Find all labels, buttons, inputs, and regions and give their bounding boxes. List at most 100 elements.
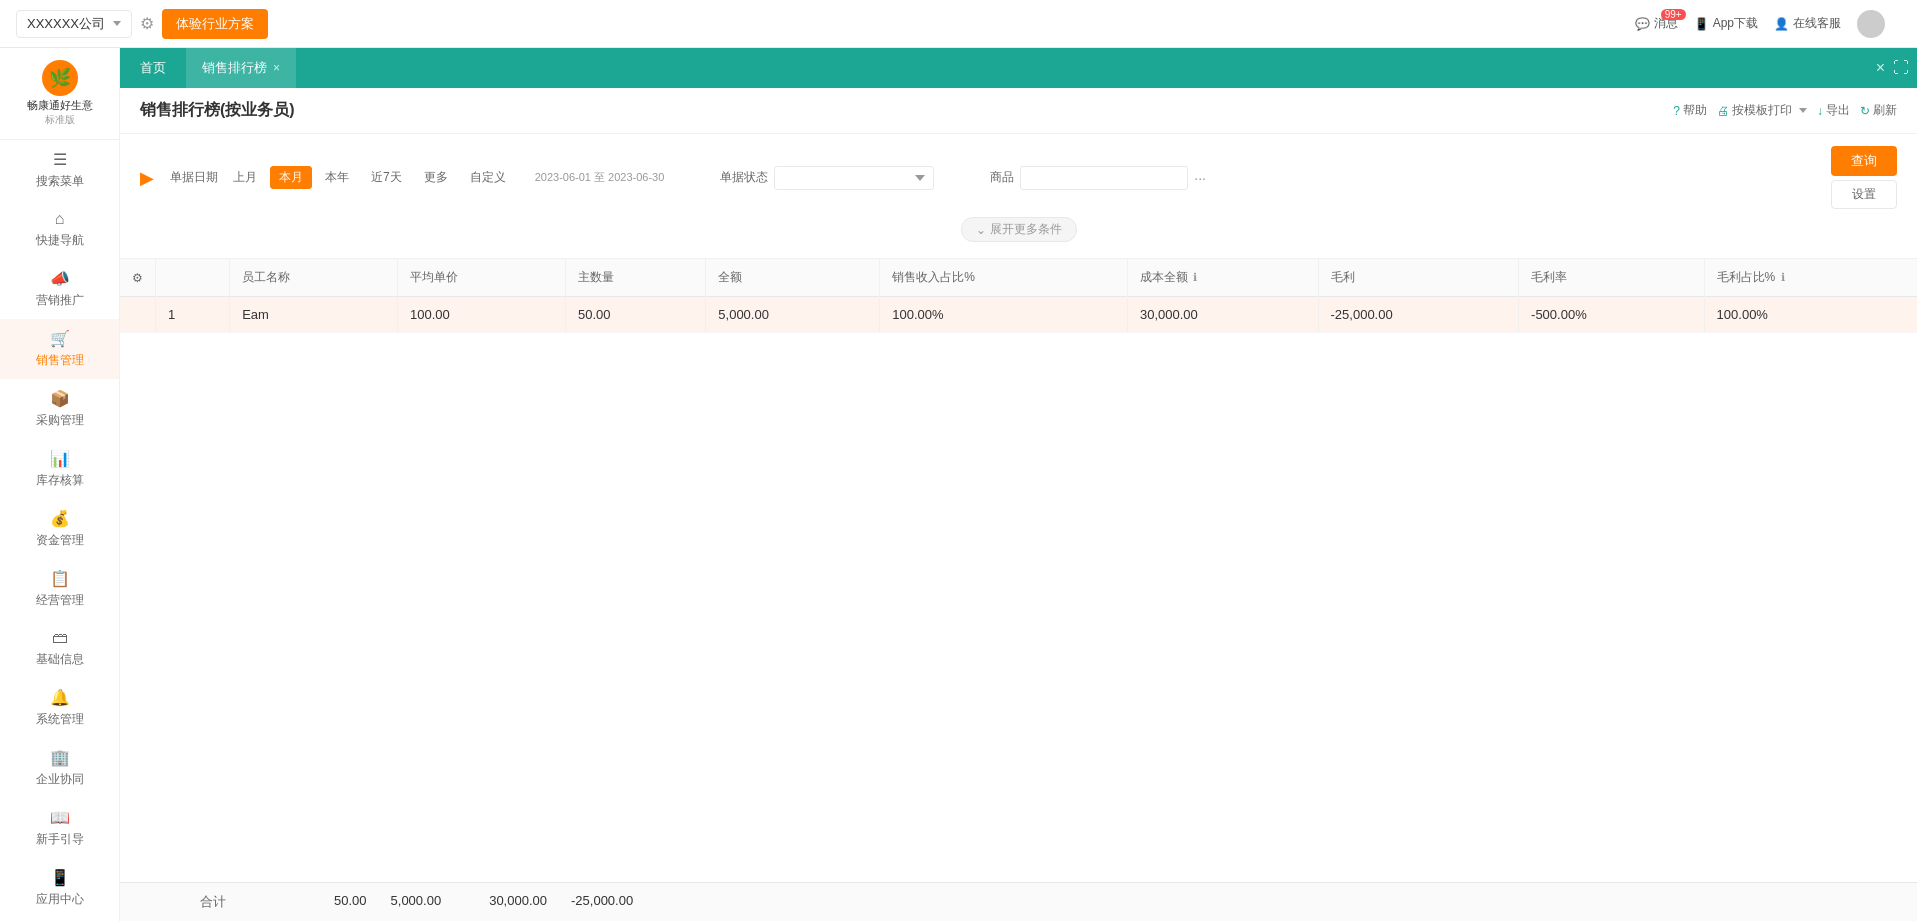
sidebar-item-sales[interactable]: 🛒 销售管理 <box>0 319 119 379</box>
online-service-btn[interactable]: 👤 在线客服 <box>1774 15 1841 32</box>
basic-icon: 🗃 <box>52 629 68 647</box>
td-gross: -25,000.00 <box>1318 297 1519 333</box>
filter-row-1: ▶ 单据日期 上月 本月 本年 近7天 更多 自定义 <box>140 146 1897 209</box>
app-download-btn[interactable]: 📱 App下载 <box>1694 15 1758 32</box>
sidebar-item-finance[interactable]: 💰 资金管理 <box>0 499 119 559</box>
date-btn-this-month[interactable]: 本月 <box>270 166 312 189</box>
sidebar-item-shortcut[interactable]: ⌂ 快捷导航 <box>0 200 119 259</box>
settings-icon[interactable]: ⚙ <box>140 14 154 33</box>
system-icon: 🔔 <box>50 688 70 707</box>
table-header-row: ⚙ 员工名称 平均单价 主数量 全额 销售收入占比% 成本全额 ℹ 毛利 毛利率… <box>120 259 1917 297</box>
page-header: 销售排行榜(按业务员) ? 帮助 🖨 按模板打印 ↓ 导出 <box>120 88 1917 134</box>
avatar[interactable] <box>1857 10 1885 38</box>
date-btn-7days[interactable]: 近7天 <box>362 166 411 189</box>
finance-icon: 💰 <box>50 509 70 528</box>
sidebar-item-search[interactable]: ☰ 搜索菜单 <box>0 140 119 200</box>
home-icon: ⌂ <box>55 210 65 228</box>
footer-gear <box>132 893 164 911</box>
th-name: 员工名称 <box>230 259 398 297</box>
print-action[interactable]: 🖨 按模板打印 <box>1717 102 1807 119</box>
date-btn-last-month[interactable]: 上月 <box>224 166 266 189</box>
td-sales-pct: 100.00% <box>880 297 1128 333</box>
goods-filter-label: 商品 <box>990 169 1014 186</box>
sidebar-label-purchase: 采购管理 <box>36 412 84 429</box>
export-action[interactable]: ↓ 导出 <box>1817 102 1850 119</box>
date-btn-more[interactable]: 更多 <box>415 166 457 189</box>
sidebar-item-operation[interactable]: 📋 经营管理 <box>0 559 119 619</box>
refresh-label: 刷新 <box>1873 102 1897 119</box>
guide-icon: 📖 <box>50 808 70 827</box>
logo-main-text: 畅康通好生意 <box>27 98 93 113</box>
td-amount: 5,000.00 <box>706 297 880 333</box>
main-layout: 🌿 畅康通好生意 标准版 ☰ 搜索菜单 ⌂ 快捷导航 📣 营销推广 🛒 销售管理… <box>0 48 1917 921</box>
td-cost: 30,000.00 <box>1127 297 1318 333</box>
trial-button[interactable]: 体验行业方案 <box>162 9 268 39</box>
date-btn-custom[interactable]: 自定义 <box>461 166 515 189</box>
td-rank: 1 <box>156 297 230 333</box>
expand-chevron-icon: ⌄ <box>976 223 986 237</box>
tab-close-btn[interactable]: × <box>1876 59 1885 77</box>
marketing-icon: 📣 <box>50 269 70 288</box>
th-gross: 毛利 <box>1318 259 1519 297</box>
sidebar-label-operation: 经营管理 <box>36 592 84 609</box>
footer-label: 合计 <box>188 893 242 911</box>
filter-toggle-icon[interactable]: ▶ <box>140 167 154 189</box>
gross-pct-info-icon[interactable]: ℹ <box>1781 271 1785 283</box>
service-icon: 👤 <box>1774 17 1789 31</box>
sidebar-item-system[interactable]: 🔔 系统管理 <box>0 678 119 738</box>
td-gross-pct: 100.00% <box>1704 297 1917 333</box>
data-table: ⚙ 员工名称 平均单价 主数量 全额 销售收入占比% 成本全额 ℹ 毛利 毛利率… <box>120 259 1917 333</box>
tab-expand-btn[interactable]: ⛶ <box>1893 59 1909 77</box>
top-right-actions: 💬 消息 99+ 📱 App下载 👤 在线客服 <box>1635 10 1901 38</box>
refresh-action[interactable]: ↻ 刷新 <box>1860 102 1897 119</box>
goods-more-icon[interactable]: ··· <box>1194 170 1206 186</box>
query-button[interactable]: 查询 <box>1831 146 1897 176</box>
sidebar-label-appstore: 应用中心 <box>36 891 84 908</box>
sidebar-label-enterprise: 企业协同 <box>36 771 84 788</box>
th-avg-price: 平均单价 <box>398 259 566 297</box>
tab-sales-ranking[interactable]: 销售排行榜 × <box>186 48 296 88</box>
setting-button[interactable]: 设置 <box>1831 180 1897 209</box>
tab-close-icon[interactable]: × <box>273 61 280 75</box>
sidebar-label-finance: 资金管理 <box>36 532 84 549</box>
sidebar-item-basic[interactable]: 🗃 基础信息 <box>0 619 119 678</box>
sidebar-item-guide[interactable]: 📖 新手引导 <box>0 798 119 858</box>
help-action[interactable]: ? 帮助 <box>1673 102 1707 119</box>
sidebar-label-guide: 新手引导 <box>36 831 84 848</box>
tab-bar-right: × ⛶ <box>1876 59 1917 77</box>
sidebar-item-enterprise[interactable]: 🏢 企业协同 <box>0 738 119 798</box>
table-row: 1 Eam 100.00 50.00 5,000.00 100.00% 30,0… <box>120 297 1917 333</box>
sidebar-logo: 🌿 畅康通好生意 标准版 <box>0 48 119 140</box>
sidebar-item-purchase[interactable]: 📦 采购管理 <box>0 379 119 439</box>
tab-home[interactable]: 首页 <box>120 48 186 88</box>
cost-info-icon[interactable]: ℹ <box>1193 271 1197 283</box>
print-chevron-icon <box>1799 108 1807 113</box>
sidebar-label-system: 系统管理 <box>36 711 84 728</box>
sidebar-item-marketing[interactable]: 📣 营销推广 <box>0 259 119 319</box>
date-btn-this-year[interactable]: 本年 <box>316 166 358 189</box>
footer-main-qty: 50.00 <box>322 893 379 911</box>
th-sales-pct: 销售收入占比% <box>880 259 1128 297</box>
message-icon: 💬 <box>1635 17 1650 31</box>
print-label: 按模板打印 <box>1732 102 1792 119</box>
goods-input[interactable] <box>1020 166 1188 190</box>
company-chevron-icon <box>113 21 121 26</box>
status-select[interactable] <box>774 166 934 190</box>
message-btn[interactable]: 💬 消息 99+ <box>1635 15 1678 32</box>
sidebar-item-inventory[interactable]: 📊 库存核算 <box>0 439 119 499</box>
company-selector[interactable]: XXXXXX公司 <box>16 10 132 38</box>
search-menu-icon: ☰ <box>53 150 67 169</box>
filter-goods: 商品 ··· <box>990 166 1206 190</box>
expand-more-btn[interactable]: ⌄ 展开更多条件 <box>961 217 1077 242</box>
sidebar-label-sales: 销售管理 <box>36 352 84 369</box>
table-footer: 合计 50.00 5,000.00 30,000.00 -25,000.00 <box>120 882 1917 921</box>
footer-avg-price <box>242 893 322 911</box>
inventory-icon: 📊 <box>50 449 70 468</box>
sidebar-label-basic: 基础信息 <box>36 651 84 668</box>
sidebar-item-appstore[interactable]: 📱 应用中心 <box>0 858 119 918</box>
enterprise-icon: 🏢 <box>50 748 70 767</box>
export-icon: ↓ <box>1817 104 1823 118</box>
footer-total-label: 合计 <box>200 894 226 909</box>
date-range-text: 2023-06-01 至 2023-06-30 <box>535 170 665 185</box>
top-bar: XXXXXX公司 ⚙ 体验行业方案 💬 消息 99+ 📱 App下载 👤 在线客… <box>0 0 1917 48</box>
